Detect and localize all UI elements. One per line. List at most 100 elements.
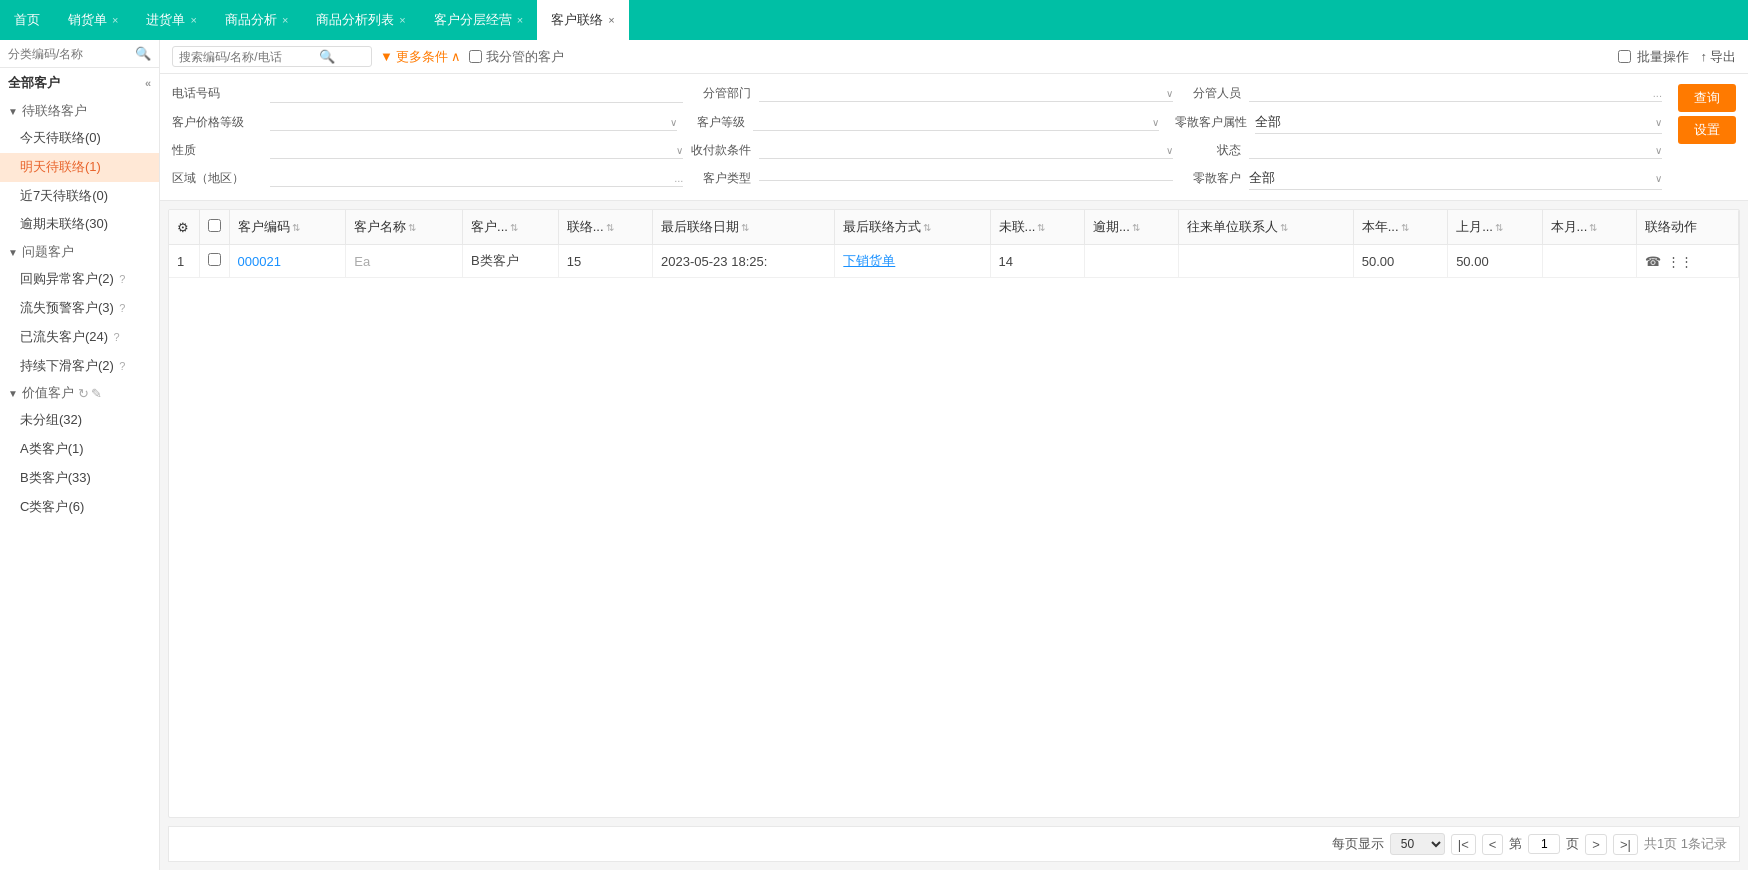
sidebar-item-b-class[interactable]: B类客户(33): [0, 464, 159, 493]
row-customer-type: B类客户: [463, 245, 559, 278]
nature-select[interactable]: ∨: [270, 143, 683, 159]
refresh-icon[interactable]: ↻: [78, 386, 89, 401]
sidebar-item-overdue-contact[interactable]: 逾期未联络(30): [0, 210, 159, 239]
contact-method-link[interactable]: 下销货单: [843, 253, 895, 268]
area-select[interactable]: ...: [270, 170, 683, 187]
sidebar-search-input[interactable]: [8, 47, 135, 61]
close-product-list-tab[interactable]: ×: [399, 14, 405, 26]
page-size-select[interactable]: 50 100 200: [1390, 833, 1445, 855]
filter-panel: 电话号码 分管部门 ∨ 分管人员 ... 客户价格等级: [160, 74, 1748, 201]
row-last-contact-method[interactable]: 下销货单: [835, 245, 990, 278]
row-uncontacted: 14: [990, 245, 1084, 278]
help-icon-1: ?: [119, 273, 125, 285]
sort-icon-year: ⇅: [1401, 222, 1409, 233]
query-button[interactable]: 查询: [1678, 84, 1736, 112]
more-icon[interactable]: ...: [1653, 87, 1662, 99]
sidebar-item-ungrouped[interactable]: 未分组(32): [0, 406, 159, 435]
all-customers-header[interactable]: 全部客户 «: [0, 68, 159, 98]
prev-page-btn[interactable]: <: [1482, 834, 1504, 855]
nav-customer-tiering[interactable]: 客户分层经营 ×: [420, 0, 537, 40]
group-value-customers[interactable]: ▼ 价值客户 ↻ ✎: [0, 380, 159, 406]
row-code: 000021: [229, 245, 346, 278]
close-customer-tiering-tab[interactable]: ×: [517, 14, 523, 26]
retail-select[interactable]: 全部 ∨: [1249, 167, 1662, 190]
last-page-btn[interactable]: >|: [1613, 834, 1638, 855]
page-number-input[interactable]: [1528, 834, 1560, 854]
nav-purchase[interactable]: 进货单 ×: [132, 0, 210, 40]
row-this-year: 50.00: [1353, 245, 1447, 278]
retail-label: 零散客户: [1181, 170, 1241, 187]
nav-customer-contact[interactable]: 客户联络 ×: [537, 0, 628, 40]
nav-product-analysis[interactable]: 商品分析 ×: [211, 0, 302, 40]
status-select[interactable]: ∨: [1249, 143, 1662, 159]
payment-select[interactable]: ∨: [759, 143, 1172, 159]
sidebar-item-tomorrow-contact[interactable]: 明天待联络(1): [0, 153, 159, 182]
row-checkbox[interactable]: [199, 245, 229, 278]
price-level-select[interactable]: ∨: [270, 115, 677, 131]
table-header-row: ⚙ 客户编码⇅ 客户名称⇅ 客户...⇅ 联络...⇅ 最后联络日期⇅ 最后联络…: [169, 210, 1739, 245]
my-customers-check[interactable]: [469, 50, 482, 63]
collapse-sidebar-icon[interactable]: «: [145, 77, 151, 89]
total-records: 共1页 1条记录: [1644, 835, 1727, 853]
select-all-checkbox[interactable]: [208, 219, 221, 232]
dept-select[interactable]: ∨: [759, 86, 1172, 102]
retail-attr-select[interactable]: 全部 ∨: [1255, 111, 1662, 134]
nature-label: 性质: [172, 142, 262, 159]
reset-button[interactable]: 设置: [1678, 116, 1736, 144]
phone-input[interactable]: [270, 84, 683, 103]
first-page-btn[interactable]: |<: [1451, 834, 1476, 855]
edit-icon[interactable]: ✎: [91, 386, 102, 401]
sidebar-item-churned[interactable]: 已流失客户(24) ?: [0, 323, 159, 352]
sidebar-item-c-class[interactable]: C类客户(6): [0, 493, 159, 522]
export-btn[interactable]: ↑ 导出: [1701, 48, 1737, 66]
batch-check[interactable]: [1618, 50, 1631, 63]
customer-type-select[interactable]: [759, 176, 1172, 181]
sidebar-item-declining[interactable]: 持续下滑客户(2) ?: [0, 352, 159, 381]
sort-icon-last-month: ⇅: [1495, 222, 1503, 233]
group-problem-customers[interactable]: ▼ 问题客户: [0, 239, 159, 265]
retail-attr-label: 零散客户属性: [1167, 114, 1247, 131]
col-settings[interactable]: ⚙: [169, 210, 199, 245]
main-search-input[interactable]: [179, 50, 319, 64]
chevron-down-icon: ∨: [1166, 88, 1173, 99]
arrow-icon-3: ▼: [8, 388, 18, 399]
sidebar-item-repurchase-abnormal[interactable]: 回购异常客户(2) ?: [0, 265, 159, 294]
nav-sales[interactable]: 销货单 ×: [54, 0, 132, 40]
phone-action-icon[interactable]: ☎: [1645, 254, 1661, 269]
nav-home[interactable]: 首页: [0, 0, 54, 40]
close-sales-tab[interactable]: ×: [112, 14, 118, 26]
col-this-year: 本年...⇅: [1353, 210, 1447, 245]
dept-label: 分管部门: [691, 85, 751, 102]
search-icon[interactable]: 🔍: [319, 49, 335, 64]
sidebar-search-icon[interactable]: 🔍: [135, 46, 151, 61]
top-nav: 首页 销货单 × 进货单 × 商品分析 × 商品分析列表 × 客户分层经营 × …: [0, 0, 1748, 40]
nav-product-list[interactable]: 商品分析列表 ×: [302, 0, 419, 40]
help-icon-4: ?: [119, 360, 125, 372]
col-checkbox[interactable]: [199, 210, 229, 245]
row-select[interactable]: [208, 253, 221, 266]
batch-operation-btn[interactable]: 批量操作: [1618, 48, 1689, 66]
group-waiting-contact[interactable]: ▼ 待联络客户: [0, 98, 159, 124]
row-actions: ☎ ⋮⋮: [1636, 245, 1738, 278]
more-action-icon[interactable]: ⋮⋮: [1667, 254, 1693, 269]
help-icon-3: ?: [113, 331, 119, 343]
area-more-icon[interactable]: ...: [674, 172, 683, 184]
my-customers-checkbox[interactable]: 我分管的客户: [469, 48, 564, 66]
person-select[interactable]: ...: [1249, 85, 1662, 102]
col-customer-type: 客户...⇅: [463, 210, 559, 245]
sort-icon-overdue: ⇅: [1132, 222, 1140, 233]
next-page-btn[interactable]: >: [1585, 834, 1607, 855]
close-product-analysis-tab[interactable]: ×: [282, 14, 288, 26]
customer-level-select[interactable]: ∨: [753, 115, 1160, 131]
close-purchase-tab[interactable]: ×: [190, 14, 196, 26]
sidebar-item-churn-warning[interactable]: 流失预警客户(3) ?: [0, 294, 159, 323]
sidebar-item-today-contact[interactable]: 今天待联络(0): [0, 124, 159, 153]
close-customer-contact-tab[interactable]: ×: [608, 14, 614, 26]
sidebar-item-7days-contact[interactable]: 近7天待联络(0): [0, 182, 159, 211]
table-area: ⚙ 客户编码⇅ 客户名称⇅ 客户...⇅ 联络...⇅ 最后联络日期⇅ 最后联络…: [168, 209, 1740, 818]
col-last-month: 上月...⇅: [1448, 210, 1542, 245]
sidebar-item-a-class[interactable]: A类客户(1): [0, 435, 159, 464]
col-this-month: 本月...⇅: [1542, 210, 1636, 245]
table-row: 1 000021 Ea B类客户 15 2023-05-23 18:25: 下销…: [169, 245, 1739, 278]
more-filter-btn[interactable]: ▼ 更多条件 ∧: [380, 48, 461, 66]
